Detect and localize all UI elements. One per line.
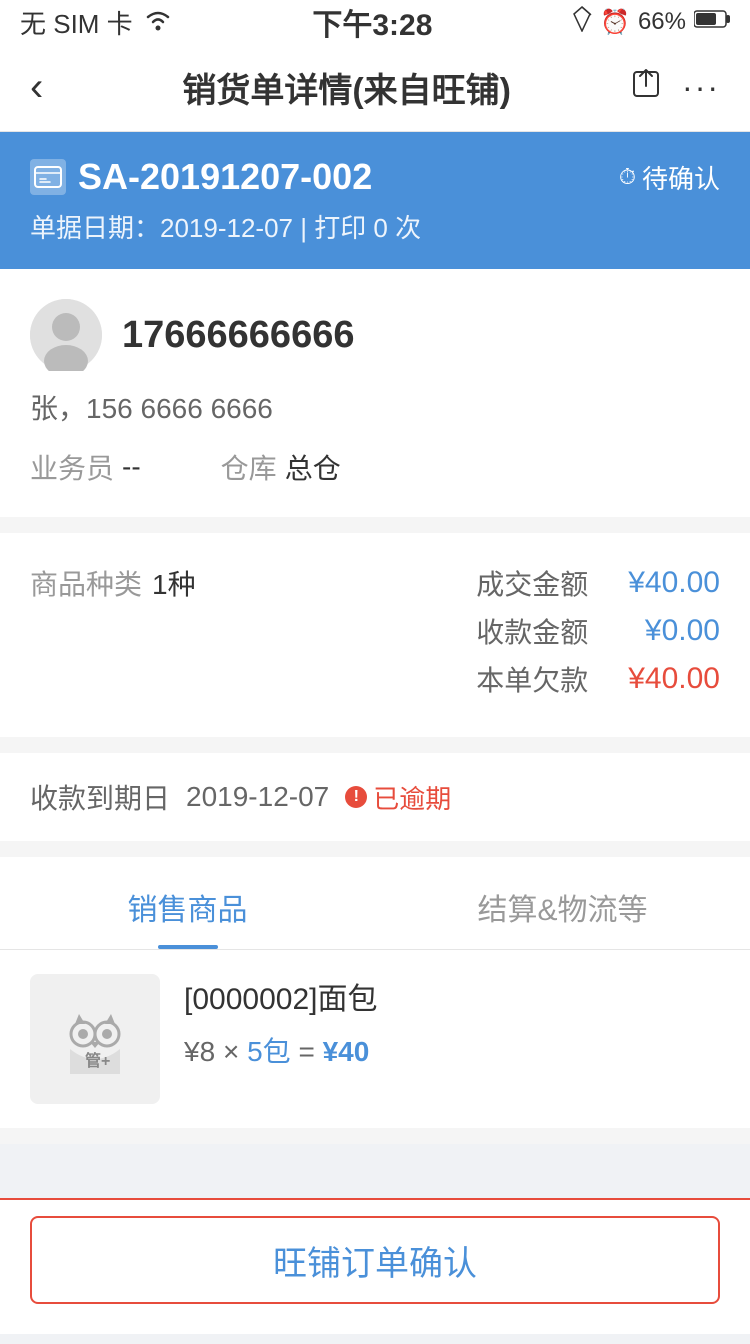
bottom-bar: 旺铺订单确认: [0, 1198, 750, 1334]
order-header: SA-20191207-002 ⏱ 待确认 单据日期：2019-12-07 | …: [0, 132, 750, 269]
product-item: 管+ [0000002]面包 ¥8 × 5包 = ¥40: [30, 974, 720, 1104]
owed-value: ¥40.00: [628, 662, 720, 696]
location-icon: [572, 6, 592, 39]
owed-label: 本单欠款: [476, 659, 588, 699]
status-time: 下午3:28: [312, 0, 432, 44]
customer-section: 17666666666 张，156 6666 6666 业务员 -- 仓库 总仓: [0, 269, 750, 517]
avatar: [30, 299, 102, 371]
overdue-icon: !: [345, 786, 367, 808]
overdue-label: 已逾期: [373, 779, 451, 816]
alarm-icon: ⏰: [600, 8, 630, 37]
status-bar: 无 SIM 卡 下午3:28 ⏰ 66%: [0, 0, 750, 44]
tabs-section: 销售商品 结算&物流等: [0, 857, 750, 950]
tab-sales-products[interactable]: 销售商品: [0, 857, 375, 949]
amount-value: ¥40.00: [628, 566, 720, 600]
product-name: [0000002]面包: [184, 974, 720, 1018]
share-button[interactable]: [630, 68, 662, 108]
product-info: [0000002]面包 ¥8 × 5包 = ¥40: [184, 974, 720, 1070]
due-date-section: 收款到期日 2019-12-07 ! 已逾期: [0, 753, 750, 841]
battery-text: 66%: [638, 8, 686, 36]
order-date: 单据日期：2019-12-07 | 打印 0 次: [30, 208, 720, 245]
back-button[interactable]: ‹: [30, 65, 43, 110]
product-qty: 5包: [247, 1036, 291, 1067]
warehouse-label: 仓库: [221, 447, 277, 487]
tabs: 销售商品 结算&物流等: [0, 857, 750, 950]
battery-icon: [694, 8, 730, 36]
order-icon: [30, 159, 66, 195]
order-status: ⏱ 待确认: [619, 159, 720, 196]
customer-name: 张，156 6666 6666: [30, 387, 720, 427]
tab-settlement[interactable]: 结算&物流等: [375, 857, 750, 949]
product-type-value: 1种: [152, 563, 196, 603]
product-section: 管+ [0000002]面包 ¥8 × 5包 = ¥40: [0, 950, 750, 1128]
overdue-badge: ! 已逾期: [345, 779, 451, 816]
clock-icon: ⏱: [619, 164, 636, 190]
received-label: 收款金额: [476, 611, 588, 651]
salesperson-value: --: [122, 451, 141, 483]
equals-symbol: =: [298, 1036, 322, 1067]
order-id: SA-20191207-002: [30, 156, 372, 198]
product-type-label: 商品种类: [30, 563, 142, 603]
nav-bar: ‹ 销货单详情(来自旺铺) ···: [0, 44, 750, 132]
order-info-section: 商品种类 1种 成交金额 ¥40.00 收款金额 ¥0.00 本单欠款 ¥40.…: [0, 533, 750, 737]
price-value: ¥8: [184, 1036, 215, 1067]
product-total: ¥40: [323, 1036, 370, 1067]
product-price: ¥8 × 5包 = ¥40: [184, 1030, 720, 1070]
multiply-symbol: ×: [223, 1036, 247, 1067]
sim-label: 无 SIM 卡: [20, 4, 133, 41]
nav-actions: ···: [630, 68, 720, 108]
salesperson-label: 业务员: [30, 447, 114, 487]
svg-text:管+: 管+: [85, 1051, 110, 1070]
amount-label: 成交金额: [476, 563, 588, 603]
more-button[interactable]: ···: [682, 69, 720, 106]
page-title: 销货单详情(来自旺铺): [63, 63, 630, 112]
status-right: ⏰ 66%: [572, 6, 730, 39]
product-thumbnail: 管+: [30, 974, 160, 1104]
customer-phone: 17666666666: [122, 314, 354, 357]
confirm-button[interactable]: 旺铺订单确认: [30, 1216, 720, 1304]
wifi-icon: [143, 7, 173, 38]
amounts: 成交金额 ¥40.00 收款金额 ¥0.00 本单欠款 ¥40.00: [476, 563, 720, 707]
received-value: ¥0.00: [645, 614, 720, 648]
due-date: 2019-12-07: [186, 781, 329, 813]
customer-meta: 业务员 -- 仓库 总仓: [30, 447, 720, 487]
due-label: 收款到期日: [30, 777, 170, 817]
status-left: 无 SIM 卡: [20, 4, 173, 41]
warehouse-value: 总仓: [285, 447, 341, 487]
